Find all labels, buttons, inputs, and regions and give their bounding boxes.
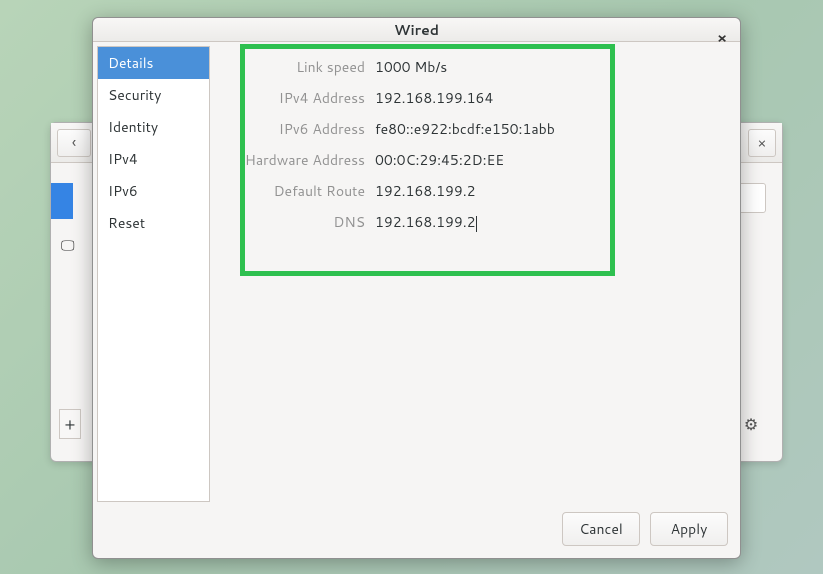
sidebar-item-ipv6[interactable]: IPv6	[98, 175, 209, 207]
detail-value-dns: 192.168.199.2	[375, 212, 730, 232]
detail-label-hardware: Hardware Address	[210, 150, 365, 170]
details-panel: Link speed 1000 Mb/s IPv4 Address 192.16…	[210, 46, 740, 502]
bg-add-button[interactable]: +	[59, 409, 81, 439]
cancel-button[interactable]: Cancel	[562, 512, 640, 546]
bg-selected-side	[51, 183, 73, 219]
sidebar-item-ipv4[interactable]: IPv4	[98, 143, 209, 175]
text-cursor	[476, 212, 477, 232]
detail-value-ipv4: 192.168.199.164	[375, 88, 730, 108]
bg-close-button[interactable]: ×	[748, 129, 776, 157]
titlebar: Wired ×	[93, 18, 740, 42]
dialog-content: Details Security Identity IPv4 IPv6 Rese…	[93, 42, 740, 502]
detail-label-ipv6: IPv6 Address	[210, 119, 365, 139]
apply-button[interactable]: Apply	[650, 512, 728, 546]
detail-label-linkspeed: Link speed	[210, 57, 365, 77]
sidebar-item-details[interactable]: Details	[98, 47, 209, 79]
close-icon[interactable]: ×	[712, 28, 732, 48]
dialog-title: Wired	[93, 20, 740, 40]
detail-label-route: Default Route	[210, 181, 365, 201]
sidebar-item-reset[interactable]: Reset	[98, 207, 209, 239]
detail-label-ipv4: IPv4 Address	[210, 88, 365, 108]
back-button[interactable]: ‹	[57, 129, 91, 157]
detail-value-linkspeed: 1000 Mb/s	[375, 57, 730, 77]
bg-monitor-icon: 🖵	[61, 235, 77, 253]
detail-value-hardware: 00:0C:29:45:2D:EE	[375, 150, 730, 170]
detail-value-ipv6: fe80::e922:bcdf:e150:1abb	[375, 119, 730, 139]
detail-value-route: 192.168.199.2	[375, 181, 730, 201]
wired-settings-dialog: Wired × Details Security Identity IPv4 I…	[92, 17, 741, 559]
sidebar: Details Security Identity IPv4 IPv6 Rese…	[97, 46, 210, 502]
details-grid: Link speed 1000 Mb/s IPv4 Address 192.16…	[210, 52, 730, 232]
dns-text: 192.168.199.2	[375, 212, 476, 232]
detail-label-dns: DNS	[210, 212, 365, 232]
dialog-footer: Cancel Apply	[93, 502, 740, 558]
sidebar-item-security[interactable]: Security	[98, 79, 209, 111]
sidebar-item-identity[interactable]: Identity	[98, 111, 209, 143]
